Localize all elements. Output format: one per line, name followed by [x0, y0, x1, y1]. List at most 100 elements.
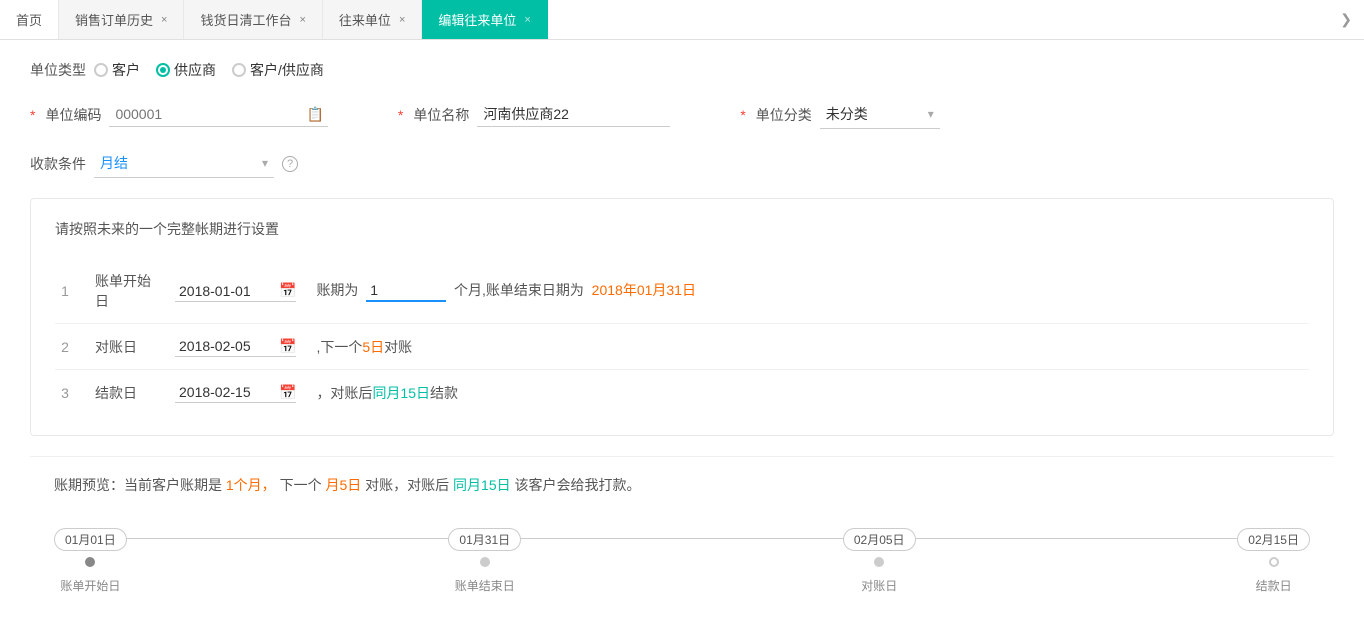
- main-content: 单位类型 客户 供应商 客户/供应商: [0, 40, 1364, 630]
- help-icon[interactable]: ?: [282, 156, 298, 172]
- period-desc-1: 账期为 个月,账单结束日期为 2018年01月31日: [316, 280, 1309, 302]
- timeline-item-1: 01月01日 账单开始日: [54, 528, 127, 594]
- date-input-1: 📅: [175, 281, 296, 302]
- tab-edit-partner-unit[interactable]: 编辑往来单位 ×: [422, 0, 547, 39]
- unit-name-required: *: [398, 107, 403, 123]
- unit-category-select[interactable]: 未分类 ▾: [820, 100, 940, 129]
- timeline-dot-3: [874, 557, 884, 567]
- tab-more-button[interactable]: ❯: [1328, 0, 1364, 39]
- timeline-items: 01月01日 账单开始日 01月31日 账单结束日 02月05日 对账日: [54, 528, 1310, 594]
- chevron-right-icon: ❯: [1340, 11, 1352, 28]
- timeline-badge-3: 02月05日: [843, 528, 916, 551]
- chevron-down-icon: ▾: [928, 107, 934, 121]
- timeline-badge-2: 01月31日: [448, 528, 521, 551]
- unit-name-label: 单位名称: [413, 105, 469, 125]
- unit-info-row: * 单位编码 📋 * 单位名称 * 单位分类 未分类 ▾: [30, 100, 1334, 129]
- date-input-2-field[interactable]: [175, 336, 275, 356]
- period-settings-card: 请按照未来的一个完整帐期进行设置 1 账单开始日 📅 账期为 个月,账单结束日期…: [30, 198, 1334, 436]
- chevron-down-icon: ▾: [262, 156, 268, 170]
- timeline-label-1: 账单开始日: [60, 577, 120, 594]
- unit-category-required: *: [740, 107, 745, 123]
- tab-label: 往来单位: [339, 10, 391, 29]
- period-desc-2: ,下一个5日对账: [316, 337, 1309, 357]
- payment-terms-select[interactable]: 月结 ▾: [94, 149, 274, 178]
- tab-close-icon[interactable]: ×: [161, 14, 167, 26]
- timeline-dot-2: [480, 557, 490, 567]
- radio-circle-both: [232, 63, 246, 77]
- tab-label: 钱货日清工作台: [200, 10, 291, 29]
- calendar-icon-3[interactable]: 📅: [279, 384, 296, 401]
- radio-supplier[interactable]: 供应商: [156, 60, 216, 80]
- period-row-2: 2 对账日 📅 ,下一个5日对账: [55, 324, 1309, 370]
- timeline-label-4: 结款日: [1256, 577, 1292, 594]
- copy-icon[interactable]: 📋: [302, 106, 327, 123]
- period-label-3: 结款日: [95, 383, 155, 403]
- same-day-highlight: 同月15日: [372, 385, 430, 401]
- unit-name-input[interactable]: [477, 102, 670, 127]
- unit-category-field: * 单位分类 未分类 ▾: [740, 100, 939, 129]
- radio-circle-customer: [94, 63, 108, 77]
- unit-type-row: 单位类型 客户 供应商 客户/供应商: [30, 60, 1334, 80]
- radio-circle-supplier: [156, 63, 170, 77]
- unit-category-value: 未分类: [826, 104, 924, 124]
- preview-pay: 同月15日: [453, 477, 511, 493]
- tab-bar: 首页 销售订单历史 × 钱货日清工作台 × 往来单位 × 编辑往来单位 × ❯: [0, 0, 1364, 40]
- desc-prefix-1: 账期为: [316, 282, 358, 298]
- period-row-1: 1 账单开始日 📅 账期为 个月,账单结束日期为 2018年01月31日: [55, 259, 1309, 324]
- preview-text: 账期预览：当前客户账期是 1个月， 下一个 月5日 对账，对账后 同月15日 该…: [54, 473, 1310, 498]
- next-day-highlight: 5日: [362, 339, 384, 355]
- unit-code-label: 单位编码: [45, 105, 101, 125]
- calendar-icon-2[interactable]: 📅: [279, 338, 296, 355]
- preview-middle: 下一个: [280, 477, 322, 493]
- timeline-dot-4: [1269, 557, 1279, 567]
- unit-code-input[interactable]: [109, 102, 302, 126]
- radio-both[interactable]: 客户/供应商: [232, 60, 324, 80]
- tab-home[interactable]: 首页: [0, 0, 59, 39]
- tab-sales-order-history[interactable]: 销售订单历史 ×: [59, 0, 184, 39]
- tab-label: 销售订单历史: [75, 10, 153, 29]
- payment-terms-label: 收款条件: [30, 154, 86, 174]
- unit-name-field: * 单位名称: [398, 102, 670, 127]
- timeline-item-2: 01月31日 账单结束日: [448, 528, 521, 594]
- timeline-label-2: 账单结束日: [455, 577, 515, 594]
- desc-prefix-3: ，对账后: [316, 385, 372, 401]
- unit-category-label: 单位分类: [756, 105, 812, 125]
- period-desc-3: ，对账后同月15日结款: [316, 383, 1309, 403]
- radio-group: 客户 供应商 客户/供应商: [94, 60, 324, 80]
- preview-section: 账期预览：当前客户账期是 1个月， 下一个 月5日 对账，对账后 同月15日 该…: [30, 456, 1334, 610]
- preview-day: 月5日: [325, 477, 361, 493]
- tab-label: 编辑往来单位: [438, 10, 516, 29]
- tab-close-active-icon[interactable]: ×: [524, 14, 530, 26]
- tab-partner-unit[interactable]: 往来单位 ×: [323, 0, 422, 39]
- date-input-3-field[interactable]: [175, 382, 275, 402]
- timeline-item-3: 02月05日 对账日: [843, 528, 916, 594]
- period-label-1: 账单开始日: [95, 271, 155, 311]
- unit-type-label: 单位类型: [30, 60, 86, 80]
- tab-cash-work[interactable]: 钱货日清工作台 ×: [184, 0, 322, 39]
- period-months-input[interactable]: [366, 280, 446, 302]
- period-label-2: 对账日: [95, 337, 155, 357]
- end-date-highlight: 2018年01月31日: [592, 282, 696, 298]
- radio-customer[interactable]: 客户: [94, 60, 140, 80]
- period-num-2: 2: [55, 339, 75, 355]
- unit-type-field: 单位类型 客户 供应商 客户/供应商: [30, 60, 324, 80]
- radio-label-customer: 客户: [112, 60, 140, 80]
- payment-terms-row: 收款条件 月结 ▾ ?: [30, 149, 1334, 178]
- desc-prefix-2: ,下一个: [316, 339, 362, 355]
- unit-code-input-wrap: 📋: [109, 102, 327, 127]
- date-input-1-field[interactable]: [175, 281, 275, 301]
- calendar-icon-1[interactable]: 📅: [279, 282, 296, 299]
- period-num-1: 1: [55, 283, 75, 299]
- tab-label: 首页: [16, 10, 42, 29]
- period-num-3: 3: [55, 385, 75, 401]
- timeline-badge-1: 01月01日: [54, 528, 127, 551]
- preview-reconcile: 对账，对账后: [365, 477, 449, 493]
- timeline-dot-1: [85, 557, 95, 567]
- card-title: 请按照未来的一个完整帐期进行设置: [55, 219, 1309, 239]
- date-input-2: 📅: [175, 336, 296, 357]
- tab-close-icon[interactable]: ×: [299, 14, 305, 26]
- tab-close-icon[interactable]: ×: [399, 14, 405, 26]
- preview-prefix: 账期预览：当前客户账期是: [54, 477, 222, 493]
- preview-suffix: 该客户会给我打款。: [515, 477, 641, 493]
- timeline-wrap: 01月01日 账单开始日 01月31日 账单结束日 02月05日 对账日: [54, 518, 1310, 594]
